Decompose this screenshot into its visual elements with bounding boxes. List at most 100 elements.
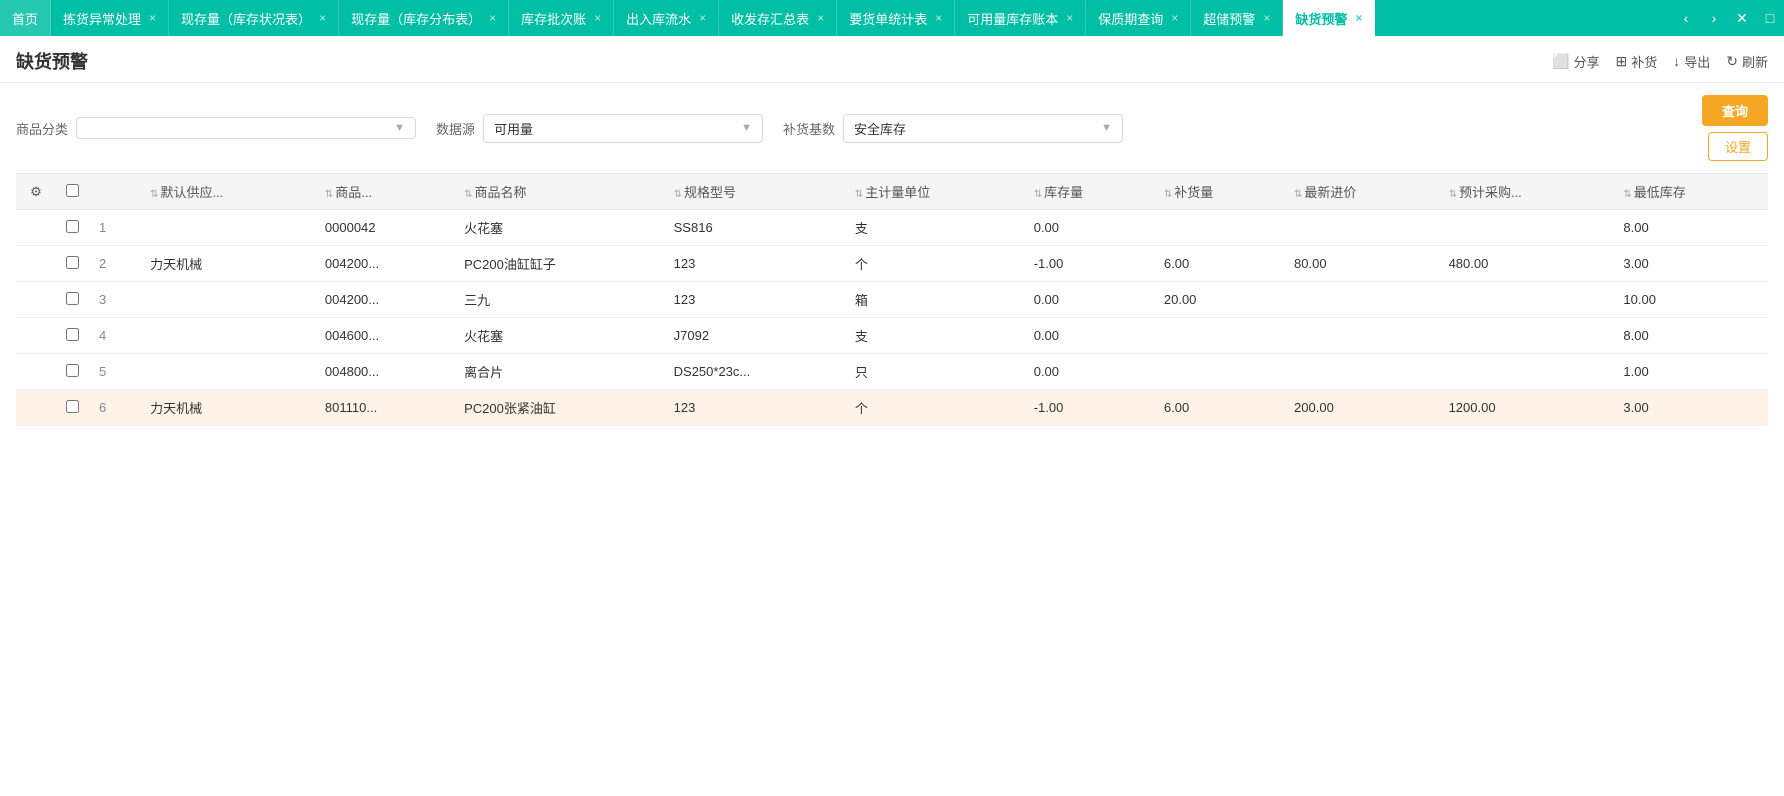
unit-cell: 个 [845, 390, 1024, 426]
tab-close-available-ledger[interactable]: × [1066, 11, 1073, 25]
checkbox-cell[interactable] [56, 246, 89, 282]
unit-cell: 只 [845, 354, 1024, 390]
product-name-th[interactable]: ⇅商品名称 [454, 174, 664, 210]
estimated-purchase-cell [1439, 210, 1614, 246]
latest-price-th[interactable]: ⇅最新进价 [1284, 174, 1439, 210]
spec-th[interactable]: ⇅规格型号 [664, 174, 845, 210]
product-code-cell: 004200... [315, 246, 454, 282]
empty-gear-cell [16, 246, 56, 282]
tab-inout-flow[interactable]: 出入库流水 × [614, 0, 719, 36]
min-stock-th[interactable]: ⇅最低库存 [1613, 174, 1768, 210]
product-name-cell: 火花塞 [454, 318, 664, 354]
table-row: 6力天机械801110...PC200张紧油缸123个-1.006.00200.… [16, 390, 1768, 426]
tab-exception[interactable]: 拣货异常处理 × [51, 0, 169, 36]
replenish-qty-cell: 20.00 [1154, 282, 1284, 318]
tab-order-stats[interactable]: 要货单统计表× [837, 0, 955, 36]
tab-label-overstock: 超储预警 [1203, 9, 1255, 28]
stock-th[interactable]: ⇅库存量 [1024, 174, 1154, 210]
empty-gear-cell [16, 282, 56, 318]
replenish-base-label: 补货基数 [783, 119, 835, 138]
supplier-th[interactable]: ⇅默认供应... [140, 174, 315, 210]
replenish-qty-th[interactable]: ⇅补货量 [1154, 174, 1284, 210]
tab-label-exception: 拣货异常处理 [63, 9, 141, 28]
replenish-base-select[interactable]: 安全库存 ▼ [843, 114, 1123, 143]
spec-cell: J7092 [664, 318, 845, 354]
tab-inventory-dist[interactable]: 现存量（库存分布表） × [339, 0, 509, 36]
tab-label-inout-flow: 出入库流水 [626, 9, 691, 28]
table-row: 2力天机械004200...PC200油缸缸子123个-1.006.0080.0… [16, 246, 1768, 282]
select-all-checkbox[interactable] [66, 184, 79, 197]
tab-close-expiry-query[interactable]: × [1171, 11, 1178, 25]
checkbox-cell[interactable] [56, 354, 89, 390]
share-button[interactable]: ⬜ 分享 [1552, 52, 1599, 71]
product-name-cell: PC200油缸缸子 [454, 246, 664, 282]
replenish-button[interactable]: ⊞ 补货 [1615, 52, 1657, 71]
min-stock-cell: 1.00 [1613, 354, 1768, 390]
checkbox-cell[interactable] [56, 390, 89, 426]
tab-label-inventory-dist: 现存量（库存分布表） [351, 9, 481, 28]
tab-maximize-btn[interactable]: □ [1756, 0, 1784, 36]
checkbox-cell[interactable] [56, 318, 89, 354]
refresh-icon: ↻ [1726, 53, 1738, 70]
tab-close-inventory-status[interactable]: × [319, 11, 326, 25]
tab-close-shortage[interactable]: × [1355, 11, 1362, 25]
product-code-cell: 0000042 [315, 210, 454, 246]
tab-batch-account[interactable]: 库存批次账× [509, 0, 614, 36]
row-checkbox[interactable] [66, 256, 79, 269]
tab-close-receive-summary[interactable]: × [817, 11, 824, 25]
tab-home[interactable]: 首页 [0, 0, 51, 36]
product-code-cell: 004200... [315, 282, 454, 318]
row-checkbox[interactable] [66, 220, 79, 233]
estimated-purchase-cell [1439, 318, 1614, 354]
tab-close-order-stats[interactable]: × [935, 11, 942, 25]
stock-cell: 0.00 [1024, 354, 1154, 390]
tab-shortage[interactable]: 缺货预警× [1283, 0, 1375, 36]
tab-close-inout-flow[interactable]: × [699, 11, 706, 25]
replenish-qty-th-label: 补货量 [1174, 185, 1213, 200]
tab-inventory-status[interactable]: 现存量（库存状况表） × [169, 0, 339, 36]
latest-price-cell [1284, 210, 1439, 246]
estimated-purchase-th[interactable]: ⇅预计采购... [1439, 174, 1614, 210]
settings-button[interactable]: 设置 [1708, 132, 1768, 161]
tab-close-overstock[interactable]: × [1263, 11, 1270, 25]
row-checkbox[interactable] [66, 328, 79, 341]
tab-next-btn[interactable]: › [1700, 0, 1728, 36]
checkbox-cell[interactable] [56, 282, 89, 318]
query-button[interactable]: 查询 [1702, 95, 1768, 126]
select-all-th[interactable] [56, 174, 89, 210]
table-row: 3004200...三九123箱0.0020.0010.00 [16, 282, 1768, 318]
tab-receive-summary[interactable]: 收发存汇总表× [719, 0, 837, 36]
tab-overstock[interactable]: 超储预警 × [1191, 0, 1283, 36]
tab-close-exception[interactable]: × [149, 11, 156, 25]
latest-price-cell [1284, 318, 1439, 354]
unit-th[interactable]: ⇅主计量单位 [845, 174, 1024, 210]
export-icon: ↓ [1673, 53, 1680, 69]
row-checkbox[interactable] [66, 292, 79, 305]
datasource-value: 可用量 [494, 119, 533, 138]
tab-close-inventory-dist[interactable]: × [489, 11, 496, 25]
tab-prev-btn[interactable]: ‹ [1672, 0, 1700, 36]
datasource-filter-group: 数据源 可用量 ▼ [436, 114, 763, 143]
category-select[interactable]: ▼ [76, 117, 416, 139]
gear-settings-th[interactable]: ⚙ [16, 174, 56, 210]
tab-label-inventory-status: 现存量（库存状况表） [181, 9, 311, 28]
product-code-th[interactable]: ⇅商品... [315, 174, 454, 210]
export-button[interactable]: ↓ 导出 [1673, 52, 1710, 71]
category-label: 商品分类 [16, 119, 68, 138]
row-num-cell: 5 [89, 354, 140, 390]
checkbox-cell[interactable] [56, 210, 89, 246]
default-supplier-cell [140, 282, 315, 318]
tab-close-all-btn[interactable]: ✕ [1728, 0, 1756, 36]
tab-available-ledger[interactable]: 可用量库存账本× [955, 0, 1086, 36]
replenish-qty-cell: 6.00 [1154, 246, 1284, 282]
row-checkbox[interactable] [66, 364, 79, 377]
product-code-cell: 004800... [315, 354, 454, 390]
empty-gear-cell [16, 318, 56, 354]
datasource-select[interactable]: 可用量 ▼ [483, 114, 763, 143]
estimated-purchase-cell [1439, 282, 1614, 318]
row-checkbox[interactable] [66, 400, 79, 413]
tab-expiry-query[interactable]: 保质期查询× [1086, 0, 1191, 36]
gear-icon[interactable]: ⚙ [30, 184, 42, 199]
tab-close-batch-account[interactable]: × [594, 11, 601, 25]
refresh-button[interactable]: ↻ 刷新 [1726, 52, 1768, 71]
